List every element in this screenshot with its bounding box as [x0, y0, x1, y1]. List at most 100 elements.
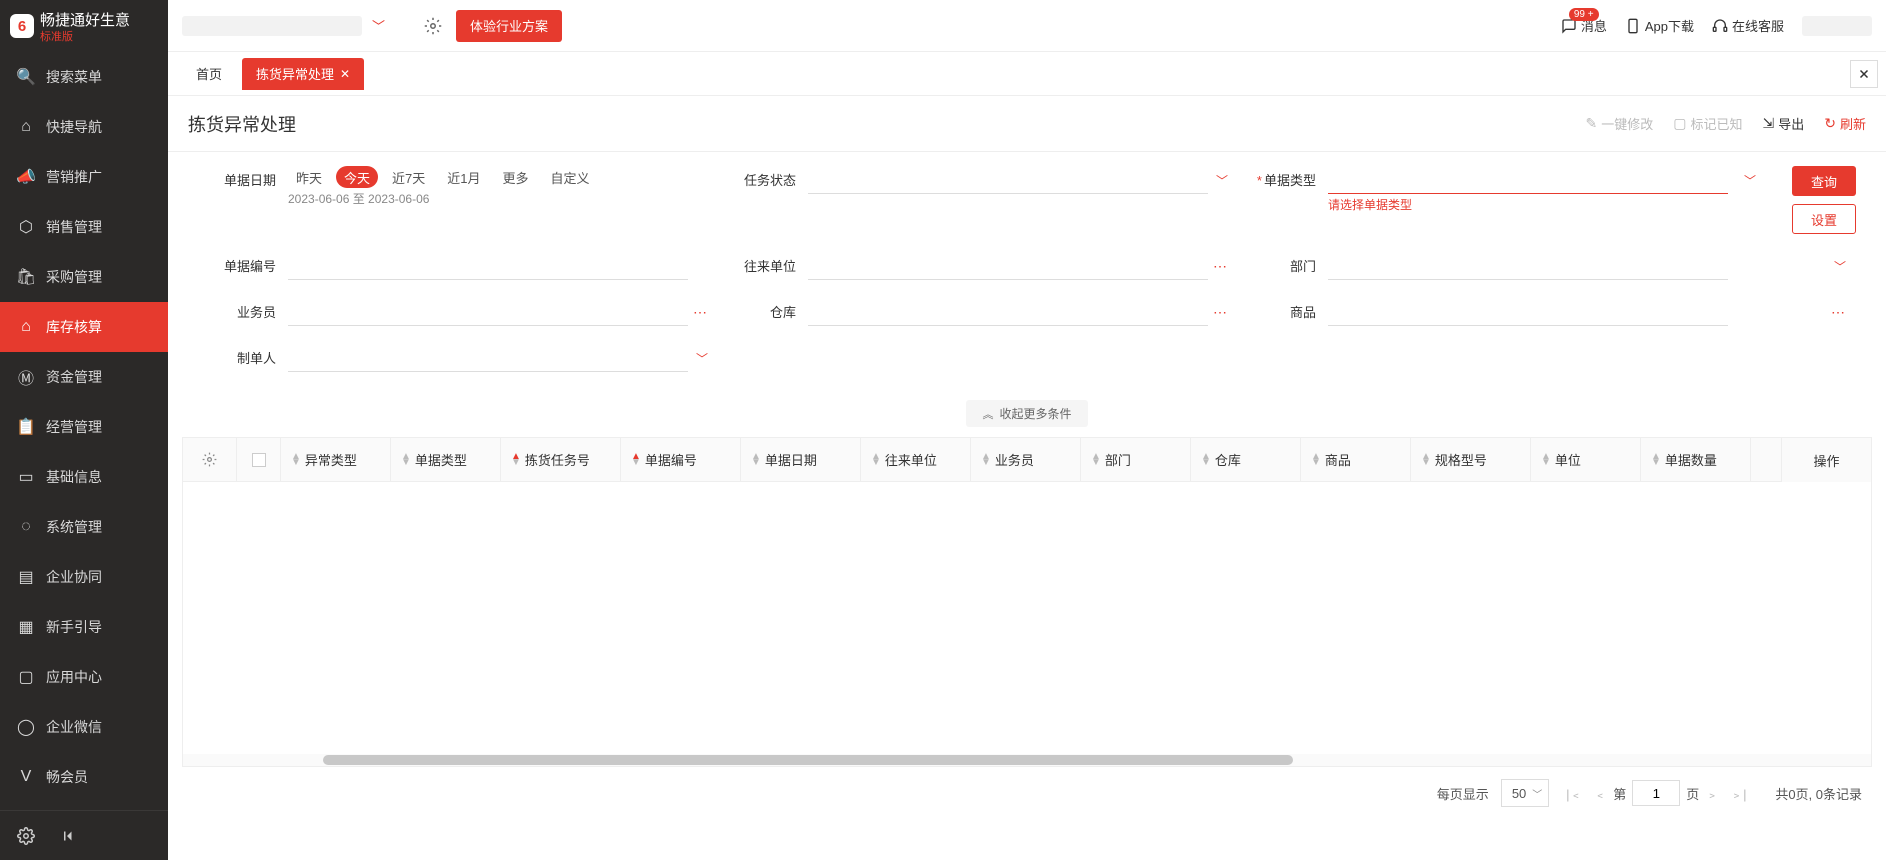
sidebar-item-5[interactable]: ⌂库存核算	[0, 302, 168, 352]
export-button[interactable]: ⇲ 导出	[1763, 114, 1805, 133]
column-header-7[interactable]: ▲▼部门	[1081, 438, 1191, 481]
sidebar-item-3[interactable]: ⬡销售管理	[0, 202, 168, 252]
date-chip-2[interactable]: 近7天	[384, 166, 433, 188]
sidebar-item-1[interactable]: ⌂快捷导航	[0, 102, 168, 152]
chevron-down-icon[interactable]: ﹀	[696, 350, 708, 367]
collapse-filters-button[interactable]: ︽ 收起更多条件	[966, 400, 1087, 427]
more-icon[interactable]: ⋯	[1213, 258, 1228, 275]
pagination: 每页显示 50 ﹀ |﹤ ﹤ 第 页 ﹥ ﹥| 共0页, 0条记录	[168, 767, 1886, 819]
main: ﹀ 体验行业方案 99 + 消息 App下载	[168, 0, 1886, 860]
column-header-4[interactable]: ▲▼单据日期	[741, 438, 861, 481]
date-chip-5[interactable]: 自定义	[543, 166, 598, 188]
clipboard-icon: 📋	[16, 417, 36, 437]
doc-no-input[interactable]	[288, 252, 688, 280]
date-chip-1[interactable]: 今天	[336, 166, 378, 188]
org-selector[interactable]: ﹀	[182, 16, 412, 36]
sidebar-item-11[interactable]: ▦新手引导	[0, 602, 168, 652]
more-icon[interactable]: ⋯	[1831, 304, 1846, 321]
column-header-3[interactable]: ▲▼单据编号	[621, 438, 741, 481]
sidebar-item-2[interactable]: 📣营销推广	[0, 152, 168, 202]
setting-button[interactable]: 设置	[1792, 204, 1856, 234]
user-avatar[interactable]	[1802, 16, 1872, 36]
tab-label: 拣货异常处理	[256, 64, 334, 83]
close-all-tabs-button[interactable]	[1850, 60, 1878, 88]
column-header-9[interactable]: ▲▼商品	[1301, 438, 1411, 481]
page-prev-button[interactable]: ﹤	[1589, 782, 1611, 804]
column-header-10[interactable]: ▲▼规格型号	[1411, 438, 1531, 481]
creator-select[interactable]	[288, 344, 688, 372]
dept-select[interactable]	[1328, 252, 1728, 280]
column-header-0[interactable]: ▲▼异常类型	[281, 438, 391, 481]
more-icon[interactable]: ⋯	[1213, 304, 1228, 321]
tab-0[interactable]: 首页	[182, 58, 236, 90]
more-icon[interactable]: ⋯	[693, 304, 708, 321]
label-task-status: 任务状态	[718, 166, 808, 189]
label-dept: 部门	[1238, 252, 1328, 275]
chevron-down-icon: ﹀	[1532, 786, 1542, 801]
column-header-2[interactable]: ▲▼拣货任务号	[501, 438, 621, 481]
date-chip-4[interactable]: 更多	[495, 166, 537, 188]
label-doc-no: 单据编号	[198, 252, 288, 275]
data-table: ▲▼异常类型▲▼单据类型▲▼拣货任务号▲▼单据编号▲▼单据日期▲▼往来单位▲▼业…	[182, 437, 1872, 767]
date-chip-3[interactable]: 近1月	[439, 166, 488, 188]
salesman-select[interactable]	[288, 298, 688, 326]
horizontal-scrollbar[interactable]	[183, 754, 1871, 766]
experience-button[interactable]: 体验行业方案	[456, 10, 562, 42]
doc-type-select[interactable]	[1328, 166, 1728, 194]
brand-icon: 6	[10, 14, 34, 38]
sidebar-item-6[interactable]: Ⓜ资金管理	[0, 352, 168, 402]
page-next-button[interactable]: ﹥	[1701, 782, 1723, 804]
sidebar-item-0[interactable]: 🔍搜索菜单	[0, 52, 168, 102]
sidebar-item-4[interactable]: 🛍采购管理	[0, 252, 168, 302]
task-status-select[interactable]	[808, 166, 1208, 194]
partner-select[interactable]	[808, 252, 1208, 280]
sidebar-item-9[interactable]: ◌系统管理	[0, 502, 168, 552]
sidebar-item-10[interactable]: ▤企业协同	[0, 552, 168, 602]
chevron-down-icon[interactable]: ﹀	[1834, 258, 1846, 275]
page-first-button[interactable]: |﹤	[1563, 782, 1585, 804]
date-chip-0[interactable]: 昨天	[288, 166, 330, 188]
mark-known-button[interactable]: ▢ 标记已知	[1673, 114, 1742, 133]
page-last-button[interactable]: ﹥|	[1727, 782, 1749, 804]
per-page-select[interactable]: 50 ﹀	[1501, 779, 1549, 807]
warehouse-select[interactable]	[808, 298, 1208, 326]
page-input[interactable]	[1632, 780, 1680, 806]
column-header-1[interactable]: ▲▼单据类型	[391, 438, 501, 481]
table-header: ▲▼异常类型▲▼单据类型▲▼拣货任务号▲▼单据编号▲▼单据日期▲▼往来单位▲▼业…	[183, 438, 1871, 482]
tab-1[interactable]: 拣货异常处理 ✕	[242, 58, 364, 90]
column-header-11[interactable]: ▲▼单位	[1531, 438, 1641, 481]
sidebar-item-7[interactable]: 📋经营管理	[0, 402, 168, 452]
topbar-online-service[interactable]: 在线客服	[1712, 16, 1784, 35]
collapse-sidebar-icon[interactable]	[60, 826, 80, 846]
sort-icon: ▲▼	[1421, 454, 1431, 466]
column-header-6[interactable]: ▲▼业务员	[971, 438, 1081, 481]
query-button[interactable]: 查询	[1792, 166, 1856, 196]
gear-cycle-icon: ◌	[16, 517, 36, 537]
refresh-button[interactable]: ↻ 刷新	[1824, 114, 1866, 133]
chevron-down-icon[interactable]: ﹀	[1216, 172, 1228, 189]
settings-icon[interactable]	[16, 826, 36, 846]
product-select[interactable]	[1328, 298, 1728, 326]
top-settings-icon[interactable]	[424, 17, 442, 35]
column-header-12[interactable]: ▲▼单据数量	[1641, 438, 1751, 481]
topbar-message[interactable]: 99 + 消息	[1561, 16, 1607, 35]
tab-close-icon[interactable]: ✕	[340, 67, 350, 81]
label-creator: 制单人	[198, 344, 288, 367]
select-all-checkbox[interactable]	[252, 453, 266, 467]
column-header-8[interactable]: ▲▼仓库	[1191, 438, 1301, 481]
column-header-5[interactable]: ▲▼往来单位	[861, 438, 971, 481]
search-icon: 🔍	[16, 67, 36, 87]
scrollbar-thumb[interactable]	[323, 755, 1293, 765]
batch-modify-button[interactable]: ✎ 一键修改	[1586, 114, 1654, 133]
date-range-text: 2023-06-06 至 2023-06-06	[288, 190, 718, 207]
topbar-app-download[interactable]: App下载	[1625, 16, 1694, 35]
sidebar-item-13[interactable]: ◯企业微信	[0, 702, 168, 752]
online-service-label: 在线客服	[1732, 16, 1784, 35]
sidebar-item-8[interactable]: ▭基础信息	[0, 452, 168, 502]
sidebar-item-12[interactable]: ▢应用中心	[0, 652, 168, 702]
table-settings-icon[interactable]	[183, 438, 237, 481]
chevron-down-icon[interactable]: ﹀	[1744, 172, 1756, 189]
page-title: 拣货异常处理	[188, 111, 296, 137]
batch-modify-label: 一键修改	[1601, 114, 1653, 133]
sidebar-item-14[interactable]: V畅会员	[0, 752, 168, 802]
